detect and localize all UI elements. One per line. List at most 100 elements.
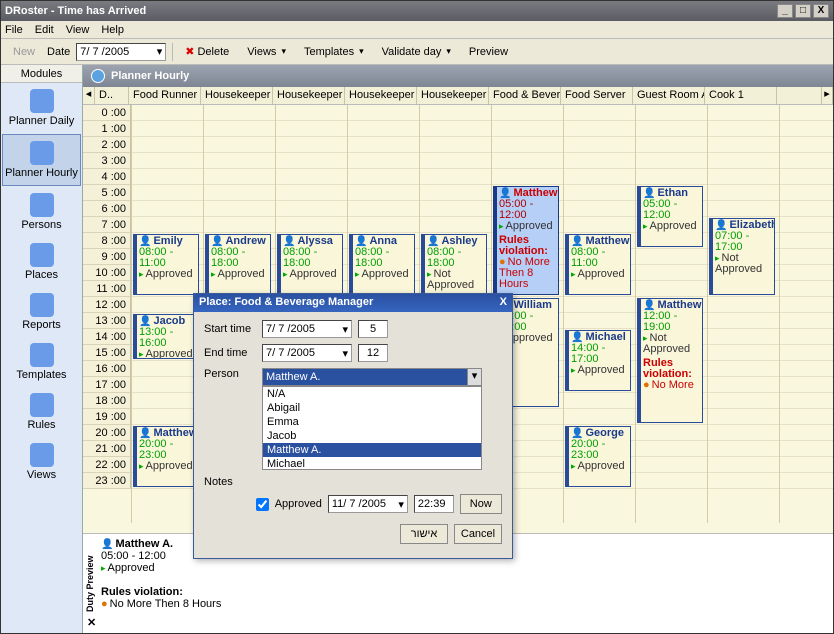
time-label: 0 :00 [83,105,131,121]
menu-view[interactable]: View [66,24,90,36]
person-combobox[interactable]: Matthew A.▾ N/AAbigailEmmaJacobMatthew A… [262,368,482,470]
app-window: DRoster - Time has Arrived _ □ X File Ed… [0,0,834,634]
time-label: 7 :00 [83,217,131,233]
shift-card[interactable]: Ashley08:00 - 18:00Not Approved [421,234,487,295]
time-label: 16 :00 [83,361,131,377]
approved-checkbox[interactable] [256,498,269,511]
time-label: 17 :00 [83,377,131,393]
ok-button[interactable]: אישור [400,524,448,544]
time-label: 9 :00 [83,249,131,265]
time-label: 21 :00 [83,441,131,457]
start-hour-input[interactable] [358,320,388,338]
column-header[interactable]: Food Server [561,87,633,104]
preview-rules-title: Rules violation: [101,586,825,598]
module-planner-hourly[interactable]: Planner Hourly [2,134,81,186]
time-label: 1 :00 [83,121,131,137]
time-label: 11 :00 [83,281,131,297]
column-header[interactable]: Housekeeper 3 [273,87,345,104]
shift-card[interactable]: Anna08:00 - 18:00Approved [349,234,415,295]
dialog-title: Place: Food & Beverage Manager [199,296,373,310]
time-label: 13 :00 [83,313,131,329]
start-date-input[interactable]: 7/ 7 /2005▾ [262,320,352,338]
person-option[interactable]: N/A [263,387,481,401]
shift-card[interactable]: Jacob13:00 - 16:00Approved [133,314,199,359]
module-places[interactable]: Places [1,237,82,287]
column-header[interactable]: Housekeeper 5 [417,87,489,104]
column-header[interactable]: Housekeeper 2 [201,87,273,104]
approved-time-input[interactable]: 22:39 [414,495,454,513]
module-persons[interactable]: Persons [1,187,82,237]
module-rules[interactable]: Rules [1,387,82,437]
shift-card[interactable]: Matthew A.05:00 - 12:00ApprovedRules vio… [493,186,559,295]
assignment-dialog: Place: Food & Beverage Manager X Start t… [193,293,513,559]
shift-card[interactable]: Matthew B.08:00 - 11:00Approved [565,234,631,295]
column-header[interactable]: Housekeeper 4 [345,87,417,104]
menu-help[interactable]: Help [101,24,124,36]
approved-date-input[interactable]: 11/ 7 /2005▾ [328,495,408,513]
person-option[interactable]: Emma [263,415,481,429]
shift-card[interactable]: Matthew A.20:00 - 23:00Approved [133,426,199,487]
menubar: File Edit View Help [1,21,833,39]
maximize-button[interactable]: □ [795,4,811,18]
preview-close[interactable]: ✕ [87,616,96,629]
end-hour-input[interactable] [358,344,388,362]
column-header[interactable]: Cook 1 [705,87,777,104]
end-time-label: End time [204,347,256,359]
dialog-titlebar: Place: Food & Beverage Manager X [194,294,512,312]
person-option[interactable]: Matthew A. [263,443,481,457]
validate-dropdown[interactable]: Validate day [376,44,457,60]
shift-card[interactable]: George20:00 - 23:00Approved [565,426,631,487]
templates-dropdown[interactable]: Templates [298,44,370,60]
cancel-button[interactable]: Cancel [454,524,502,544]
shift-card[interactable]: Elizabeth07:00 - 17:00Not Approved [709,218,775,295]
module-templates[interactable]: Templates [1,337,82,387]
time-label: 12 :00 [83,297,131,313]
time-label: 19 :00 [83,409,131,425]
shift-card[interactable]: Andrew08:00 - 18:00Approved [205,234,271,295]
time-label: 23 :00 [83,473,131,489]
date-label: Date [47,46,70,58]
shift-card[interactable]: Alyssa08:00 - 18:00Approved [277,234,343,295]
time-label: 18 :00 [83,393,131,409]
time-label: 22 :00 [83,457,131,473]
module-reports[interactable]: Reports [1,287,82,337]
preview-rules-text: No More Then 8 Hours [101,598,825,610]
shift-card[interactable]: Matthew A.12:00 - 19:00Not ApprovedRules… [637,298,703,423]
column-header[interactable]: Food Runner [129,87,201,104]
delete-button[interactable]: ✖Delete [179,43,235,60]
planner-title: Planner Hourly [111,70,189,82]
menu-edit[interactable]: Edit [35,24,54,36]
date-picker[interactable]: 7/ 7 /2005▾ [76,43,166,61]
titlebar: DRoster - Time has Arrived _ □ X [1,1,833,21]
scroll-right[interactable]: ▸ [821,87,833,104]
column-header[interactable]: Guest Room Atte... [633,87,705,104]
modules-panel: Modules Planner DailyPlanner HourlyPerso… [1,65,83,633]
time-label: 20 :00 [83,425,131,441]
scroll-left[interactable]: ◂ [83,87,95,104]
person-option[interactable]: Jacob [263,429,481,443]
dialog-close-icon[interactable]: X [500,296,507,310]
time-label: 5 :00 [83,185,131,201]
column-headers: ◂D..Food RunnerHousekeeper 2Housekeeper … [83,87,833,105]
person-option[interactable]: Abigail [263,401,481,415]
views-dropdown[interactable]: Views [241,44,292,60]
column-header[interactable]: Food & Beverage... [489,87,561,104]
time-label: 10 :00 [83,265,131,281]
shift-card[interactable]: Michael14:00 - 17:00Approved [565,330,631,391]
now-button[interactable]: Now [460,494,502,514]
end-date-input[interactable]: 7/ 7 /2005▾ [262,344,352,362]
person-option[interactable]: Michael [263,457,481,470]
module-planner-daily[interactable]: Planner Daily [1,83,82,133]
module-views[interactable]: Views [1,437,82,487]
person-dropdown-list[interactable]: N/AAbigailEmmaJacobMatthew A.MichaelWill… [262,386,482,470]
minimize-button[interactable]: _ [777,4,793,18]
notes-label: Notes [204,476,256,488]
shift-card[interactable]: Emily08:00 - 11:00Approved [133,234,199,295]
menu-file[interactable]: File [5,24,23,36]
new-button[interactable]: New [7,44,41,60]
day-header: D.. [95,87,129,104]
close-button[interactable]: X [813,4,829,18]
shift-card[interactable]: Ethan05:00 - 12:00Approved [637,186,703,247]
preview-button[interactable]: Preview [463,44,514,60]
preview-status: Approved [101,562,825,574]
